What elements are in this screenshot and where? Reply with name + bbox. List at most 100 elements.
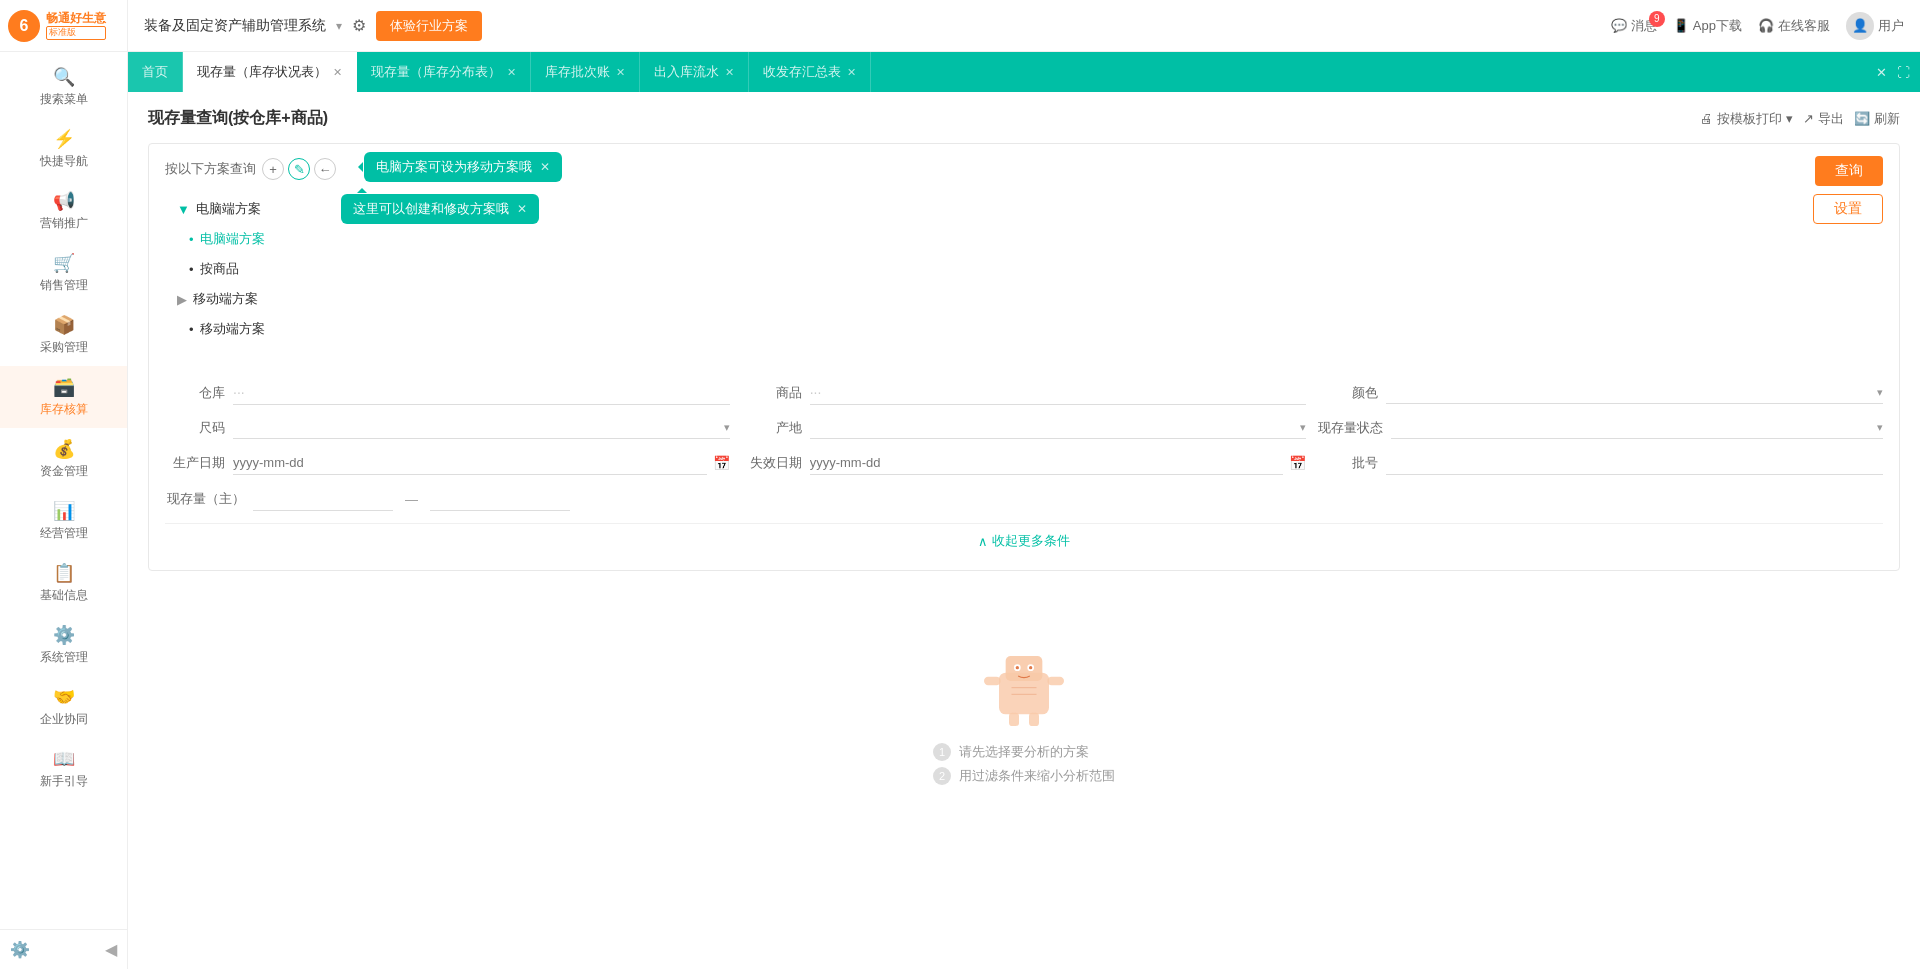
scheme-item-pc[interactable]: • 电脑端方案 (165, 224, 325, 254)
calendar-icon-produce-start[interactable]: 📅 (713, 455, 730, 471)
field-input-qty-min[interactable] (253, 487, 393, 511)
query-button[interactable]: 查询 (1815, 156, 1883, 186)
tab-inventory-status[interactable]: 现存量（库存状况表） ✕ (183, 52, 357, 92)
range-dash: — (405, 492, 418, 507)
header-left: 装备及固定资产辅助管理系统 ▾ ⚙ 体验行业方案 (144, 11, 482, 41)
tab-collect-summary[interactable]: 收发存汇总表 ✕ (749, 52, 871, 92)
field-label-color: 颜色 (1318, 384, 1378, 402)
content-wrapper: 现存量查询(按仓库+商品) 🖨 按模板打印 ▾ ↗ 导出 🔄 刷新 (128, 92, 1920, 969)
tab-batch-account[interactable]: 库存批次账 ✕ (531, 52, 640, 92)
tab-close-icon[interactable]: ✕ (847, 66, 856, 79)
calendar-icon-expire[interactable]: 📅 (1289, 455, 1306, 471)
system-dropdown-icon[interactable]: ▾ (336, 19, 342, 33)
scheme-pc-label: 电脑端方案 (196, 200, 261, 218)
tab-close-all-icon[interactable]: ✕ (1876, 65, 1887, 80)
field-input-color[interactable]: ▾ (1386, 382, 1883, 404)
logo-text: 畅通好生意 标准版 (46, 11, 106, 40)
add-scheme-button[interactable]: + (262, 158, 284, 180)
scheme-item-by-goods[interactable]: • 按商品 (165, 254, 325, 284)
sidebar-item-purchase[interactable]: 📦 采购管理 (0, 304, 127, 366)
tab-close-icon[interactable]: ✕ (507, 66, 516, 79)
app-download-item[interactable]: 📱 App下载 (1673, 17, 1742, 35)
date-input-produce-start[interactable] (233, 451, 707, 475)
filter-field-origin: 产地 ▾ (742, 417, 1307, 439)
tab-inventory-dist[interactable]: 现存量（库存分布表） ✕ (357, 52, 531, 92)
sidebar-footer: ⚙️ ◀ (0, 929, 127, 969)
sidebar-item-inventory[interactable]: 🗃️ 库存核算 (0, 366, 127, 428)
print-dropdown-icon: ▾ (1786, 111, 1793, 126)
pc-scheme-icon: • (189, 232, 194, 247)
collapse-row[interactable]: ∧ 收起更多条件 (165, 523, 1883, 558)
scheme-item-label: 电脑端方案 (200, 230, 265, 248)
field-input-batch[interactable] (1386, 451, 1883, 475)
sidebar-item-marketing[interactable]: 📢 营销推广 (0, 180, 127, 242)
tab-in-out-flow[interactable]: 出入库流水 ✕ (640, 52, 749, 92)
tip-num-2: 2 (933, 767, 951, 785)
sidebar-item-quick-nav[interactable]: ⚡ 快捷导航 (0, 118, 127, 180)
search-icon: 🔍 (53, 66, 75, 88)
sidebar-nav: 🔍 搜索菜单 ⚡ 快捷导航 📢 营销推广 🛒 销售管理 📦 采购管理 🗃️ 库存… (0, 52, 127, 929)
logo-badge: 标准版 (46, 26, 106, 40)
user-avatar: 👤 (1846, 12, 1874, 40)
sidebar-item-guide[interactable]: 📖 新手引导 (0, 738, 127, 800)
empty-illustration (974, 631, 1074, 731)
field-input-goods[interactable]: ··· (810, 380, 1307, 405)
tab-home[interactable]: 首页 (128, 52, 183, 92)
field-input-qty-max[interactable] (430, 487, 570, 511)
scheme-item-mobile[interactable]: • 移动端方案 (165, 314, 325, 344)
sidebar-item-search[interactable]: 🔍 搜索菜单 (0, 56, 127, 118)
field-input-warehouse[interactable]: ··· (233, 380, 730, 405)
quick-nav-icon: ⚡ (53, 128, 75, 150)
refresh-icon: 🔄 (1854, 111, 1870, 126)
svg-rect-8 (1009, 713, 1019, 726)
date-field-produce: 📅 (233, 451, 730, 475)
chevron-down-icon: ▼ (177, 202, 190, 217)
main-content: 装备及固定资产辅助管理系统 ▾ ⚙ 体验行业方案 💬 消息 9 📱 App下载 … (128, 0, 1920, 969)
filter-field-inventory-status: 现存量状态 ▾ (1318, 417, 1883, 439)
tab-close-icon[interactable]: ✕ (616, 66, 625, 79)
empty-tip-2: 2 用过滤条件来缩小分析范围 (933, 767, 1115, 785)
app-download-icon: 📱 (1673, 18, 1689, 33)
online-service-item[interactable]: 🎧 在线客服 (1758, 17, 1830, 35)
scheme-item-label: 按商品 (200, 260, 239, 278)
app-download-label: App下载 (1693, 17, 1742, 35)
sidebar-item-finance[interactable]: 💰 资金管理 (0, 428, 127, 490)
tooltip-close-icon[interactable]: ✕ (540, 160, 550, 174)
sidebar-item-system[interactable]: ⚙️ 系统管理 (0, 614, 127, 676)
field-input-size[interactable]: ▾ (233, 417, 730, 439)
sidebar-item-enterprise[interactable]: 🤝 企业协同 (0, 676, 127, 738)
sidebar: 6 畅通好生意 标准版 🔍 搜索菜单 ⚡ 快捷导航 📢 营销推广 🛒 销售管理 … (0, 0, 128, 969)
filter-row-2: 尺码 ▾ 产地 ▾ (165, 417, 1883, 439)
filter-section: 按以下方案查询 + ✎ ← 电脑方案可设为移动方案哦 ✕ (148, 143, 1900, 571)
collapse-sidebar-icon[interactable]: ◀ (105, 940, 117, 959)
tab-bar-end: ✕ ⛶ (1866, 52, 1920, 92)
sidebar-item-operations[interactable]: 📊 经营管理 (0, 490, 127, 552)
finance-icon: 💰 (53, 438, 75, 460)
scheme-category-pc[interactable]: ▼ 电脑端方案 (165, 194, 325, 224)
tab-close-icon[interactable]: ✕ (725, 66, 734, 79)
tab-label: 库存批次账 (545, 63, 610, 81)
filter-field-warehouse: 仓库 ··· (165, 380, 730, 405)
date-input-expire-start[interactable] (810, 451, 1284, 475)
user-item[interactable]: 👤 用户 (1846, 12, 1904, 40)
filter-field-goods: 商品 ··· (742, 380, 1307, 405)
message-icon-item[interactable]: 💬 消息 9 (1611, 17, 1657, 35)
print-button[interactable]: 🖨 按模板打印 ▾ (1700, 110, 1793, 128)
tab-expand-icon[interactable]: ⛶ (1897, 65, 1910, 80)
sidebar-item-sales[interactable]: 🛒 销售管理 (0, 242, 127, 304)
export-button[interactable]: ↗ 导出 (1803, 110, 1844, 128)
header-settings-icon[interactable]: ⚙ (352, 16, 366, 35)
field-label-origin: 产地 (742, 419, 802, 437)
field-input-inventory-status[interactable]: ▾ (1391, 417, 1883, 439)
field-input-origin[interactable]: ▾ (810, 417, 1307, 439)
edit-tooltip-close-icon[interactable]: ✕ (517, 202, 527, 216)
scheme-category-mobile[interactable]: ▶ 移动端方案 (165, 284, 325, 314)
tab-close-icon[interactable]: ✕ (333, 66, 342, 79)
trial-button[interactable]: 体验行业方案 (376, 11, 482, 41)
refresh-button[interactable]: 🔄 刷新 (1854, 110, 1900, 128)
back-scheme-button[interactable]: ← (314, 158, 336, 180)
filter-field-inventory-qty: 现存量（主） — (165, 487, 645, 511)
sidebar-item-basic-info[interactable]: 📋 基础信息 (0, 552, 127, 614)
edit-scheme-button[interactable]: ✎ (288, 158, 310, 180)
settings-footer-icon[interactable]: ⚙️ (10, 940, 30, 959)
